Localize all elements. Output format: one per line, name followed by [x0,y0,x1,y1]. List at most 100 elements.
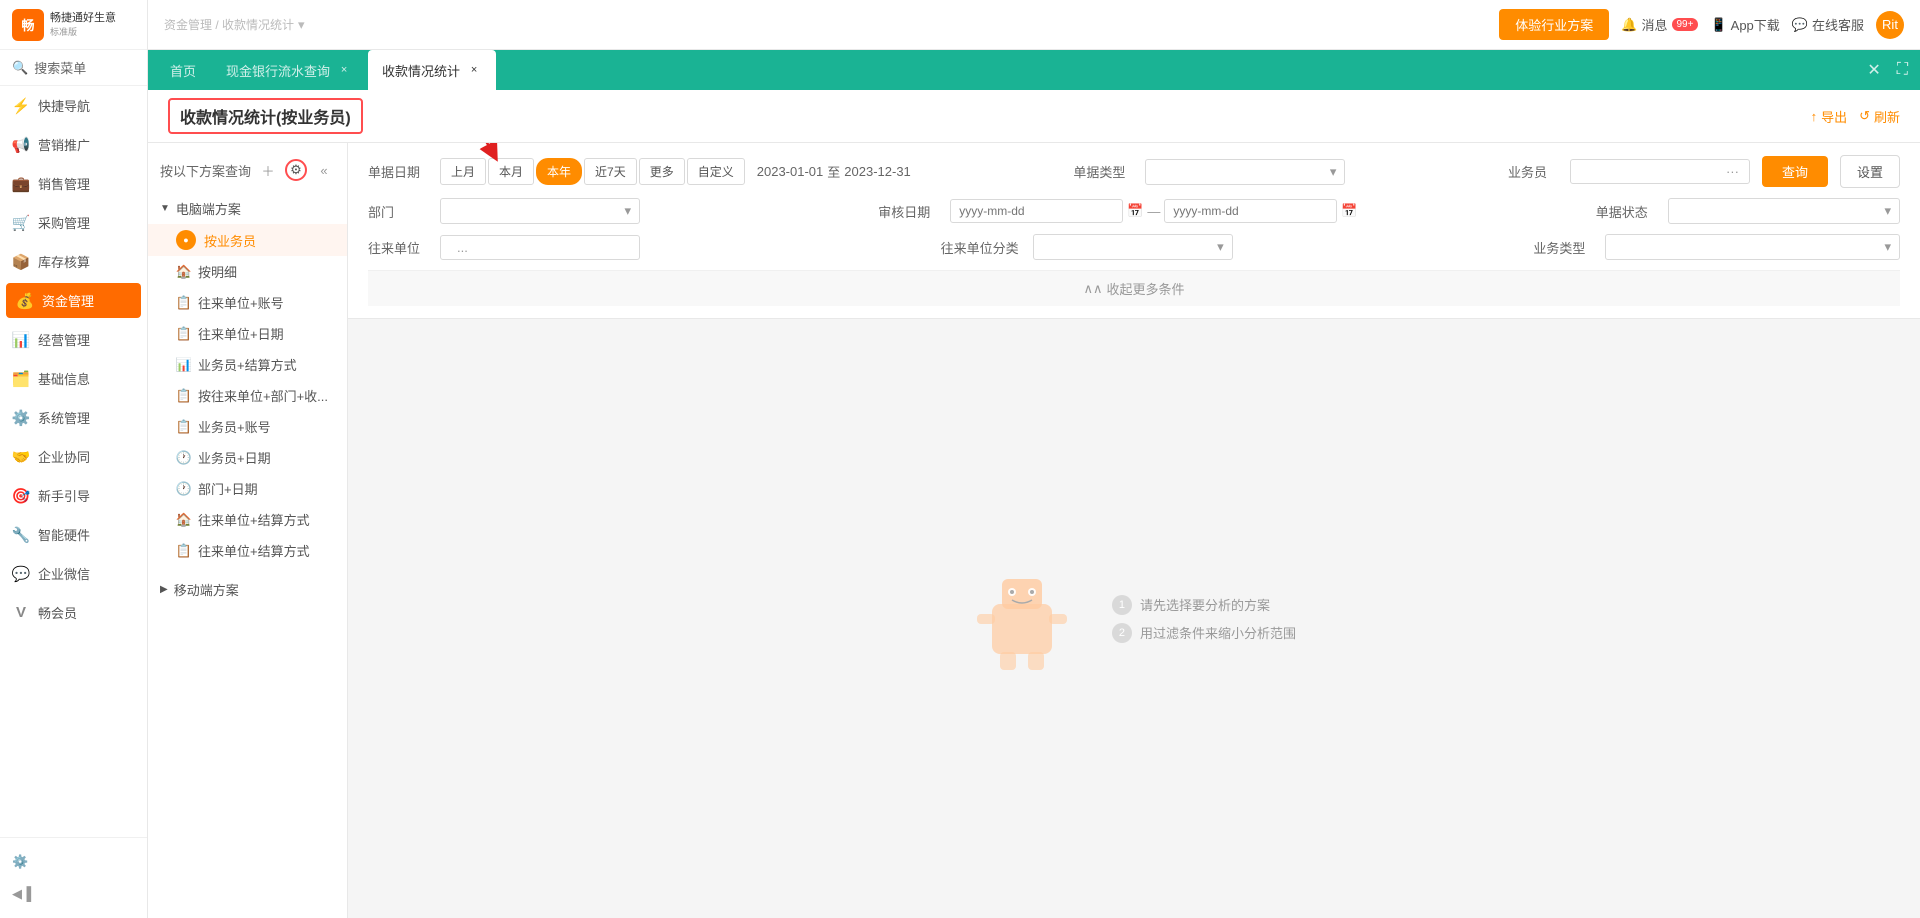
system-icon: ⚙️ [12,409,30,427]
sidebar-item-sales[interactable]: 💼 销售管理 [0,164,147,203]
tab-bank[interactable]: 现金银行流水查询 × [212,50,366,90]
sidebar-item-enterprise[interactable]: 🤝 企业协同 [0,437,147,476]
sidebar-bottom-collapse[interactable]: ◀▐ [0,878,147,910]
dept-label: 部门 [368,202,428,221]
tree-child-unit-settle2[interactable]: 📋 往来单位+结算方式 [148,535,347,566]
notification-btn[interactable]: 🔔 消息 99+ [1621,15,1698,34]
sidebar-search[interactable]: 🔍 搜索菜单 [0,50,147,86]
chevron-left-icon: « [320,163,327,178]
sidebar-item-system[interactable]: ⚙️ 系统管理 [0,398,147,437]
panel-add-btn[interactable]: ＋ [257,159,279,181]
empty-tips: 1 请先选择要分析的方案 2 用过滤条件来缩小分析范围 [1112,595,1296,643]
robot-svg [972,564,1072,674]
tip-text-2: 用过滤条件来缩小分析范围 [1140,623,1296,642]
unit-select[interactable]: ... [440,235,640,260]
sidebar-item-quicknav[interactable]: ⚡ 快捷导航 [0,86,147,125]
operation-icon: 📊 [12,331,30,349]
tab-home[interactable]: 首页 [156,50,210,90]
date-btn-this-month[interactable]: 本月 [488,158,534,185]
date-btn-custom[interactable]: 自定义 [687,158,745,185]
review-date-start[interactable] [950,199,1123,223]
user-initials: Rit [1882,17,1898,32]
bottom-settings-icon: ⚙️ [12,854,28,870]
tree-mobile-label: 移动端方案 [174,580,239,599]
sidebar-item-member[interactable]: V 畅会员 [0,593,147,632]
date-btn-last-month[interactable]: 上月 [440,158,486,185]
tree-child-salesman-account[interactable]: 📋 业务员+账号 [148,411,347,442]
panel-settings-btn[interactable]: ⚙ [285,159,307,181]
date-btn-more[interactable]: 更多 [639,158,685,185]
doc-type-select[interactable]: ▾ [1145,159,1345,185]
breadcrumb-dropdown-icon[interactable]: ▾ [298,17,305,33]
tree-child-salesman-settle[interactable]: 📊 业务员+结算方式 [148,349,347,380]
salesman-account-icon: 📋 [176,419,192,435]
salesman-label: 业务员 [1508,162,1558,181]
panel-collapse-btn[interactable]: « [313,159,335,181]
tree-child-unit-settle1[interactable]: 🏠 往来单位+结算方式 [148,504,347,535]
tab-bank-close[interactable]: × [336,62,352,78]
app-icon: 📱 [1710,17,1726,33]
sidebar-item-capital[interactable]: 💰 资金管理 [6,283,141,318]
sidebar-item-basic[interactable]: 🗂️ 基础信息 [0,359,147,398]
tab-receipt-close[interactable]: × [466,62,482,78]
basic-label: 基础信息 [38,369,90,388]
tree-child-unit-date[interactable]: 📋 往来单位+日期 [148,318,347,349]
tip-num-1: 1 [1112,595,1132,615]
panel-header-label: 按以下方案查询 [160,161,251,180]
bottom-collapse-icon: ◀▐ [12,886,31,902]
trial-btn[interactable]: 体验行业方案 [1499,9,1609,40]
tab-bank-label: 现金银行流水查询 [226,61,330,80]
tree-salesman-label: 按业务员 [204,231,256,250]
doc-status-select[interactable]: ▾ [1668,198,1900,224]
salesman-select[interactable]: ··· [1570,159,1750,184]
tree-desktop-parent[interactable]: ▼ 电脑端方案 [148,193,347,224]
refresh-icon: ↺ [1859,108,1870,124]
sidebar-item-inventory[interactable]: 📦 库存核算 [0,242,147,281]
refresh-btn[interactable]: ↺ 刷新 [1859,107,1900,126]
tree-mobile-parent[interactable]: ▶ 移动端方案 [148,574,347,605]
tip-item-2: 2 用过滤条件来缩小分析范围 [1112,623,1296,643]
date-btn-this-year[interactable]: 本年 [536,158,582,185]
sidebar-item-purchase[interactable]: 🛒 采购管理 [0,203,147,242]
review-date-end[interactable] [1164,199,1337,223]
set-btn[interactable]: 设置 [1840,155,1900,188]
sidebar-item-guide[interactable]: 🎯 新手引导 [0,476,147,515]
query-btn[interactable]: 查询 [1762,156,1828,187]
user-avatar[interactable]: Rit [1876,11,1904,39]
notification-icon: 🔔 [1621,17,1637,33]
sidebar-item-hardware[interactable]: 🔧 智能硬件 [0,515,147,554]
tab-close-all-icon[interactable]: ✕ [1863,56,1884,84]
tree-desktop-label: 电脑端方案 [176,199,241,218]
cal-start-icon[interactable]: 📅 [1127,203,1143,219]
tree-child-detail[interactable]: 🏠 按明细 [148,256,347,287]
dept-dropdown-icon: ▾ [624,203,631,219]
sales-label: 销售管理 [38,174,90,193]
filter-row-dept: 部门 ▾ 审核日期 📅 — 📅 单据状态 [368,198,1900,224]
content-area: 按以下方案查询 ＋ ⚙ « ▼ 电脑端方案 [148,143,1920,918]
tabbar: 首页 现金银行流水查询 × 收款情况统计 × ✕ ⛶ [148,50,1920,90]
cal-end-icon[interactable]: 📅 [1341,203,1357,219]
date-range-end: 2023-12-31 [844,164,911,179]
tab-receipt[interactable]: 收款情况统计 × [368,50,496,90]
sidebar-item-operation[interactable]: 📊 经营管理 [0,320,147,359]
system-label: 系统管理 [38,408,90,427]
dept-select[interactable]: ▾ [440,198,640,224]
sidebar-item-wechat[interactable]: 💬 企业微信 [0,554,147,593]
collapse-bar[interactable]: ∧∧ 收起更多条件 [368,270,1900,306]
tree-child-unit-dept[interactable]: 📋 按往来单位+部门+收... [148,380,347,411]
date-btn-last7[interactable]: 近7天 [584,158,637,185]
tree-child-dept-date[interactable]: 🕐 部门+日期 [148,473,347,504]
tab-fullscreen-icon[interactable]: ⛶ [1893,57,1912,83]
sidebar: 畅 畅捷通好生意 标准版 🔍 搜索菜单 ⚡ 快捷导航 📢 营销推广 💼 销售管理… [0,0,148,918]
refresh-label: 刷新 [1874,107,1900,126]
biz-type-select[interactable]: ▾ [1605,234,1900,260]
online-service-btn[interactable]: 💬 在线客服 [1792,15,1864,34]
unit-classify-select[interactable]: ▾ [1033,234,1233,260]
sidebar-item-marketing[interactable]: 📢 营销推广 [0,125,147,164]
export-btn[interactable]: ↑ 导出 [1811,107,1848,126]
tree-child-unit-account[interactable]: 📋 往来单位+账号 [148,287,347,318]
tree-child-salesman-date[interactable]: 🕐 业务员+日期 [148,442,347,473]
sidebar-bottom-settings[interactable]: ⚙️ [0,846,147,878]
tree-child-salesman[interactable]: ● 按业务员 [148,224,347,256]
app-download-btn[interactable]: 📱 App下载 [1710,15,1779,34]
